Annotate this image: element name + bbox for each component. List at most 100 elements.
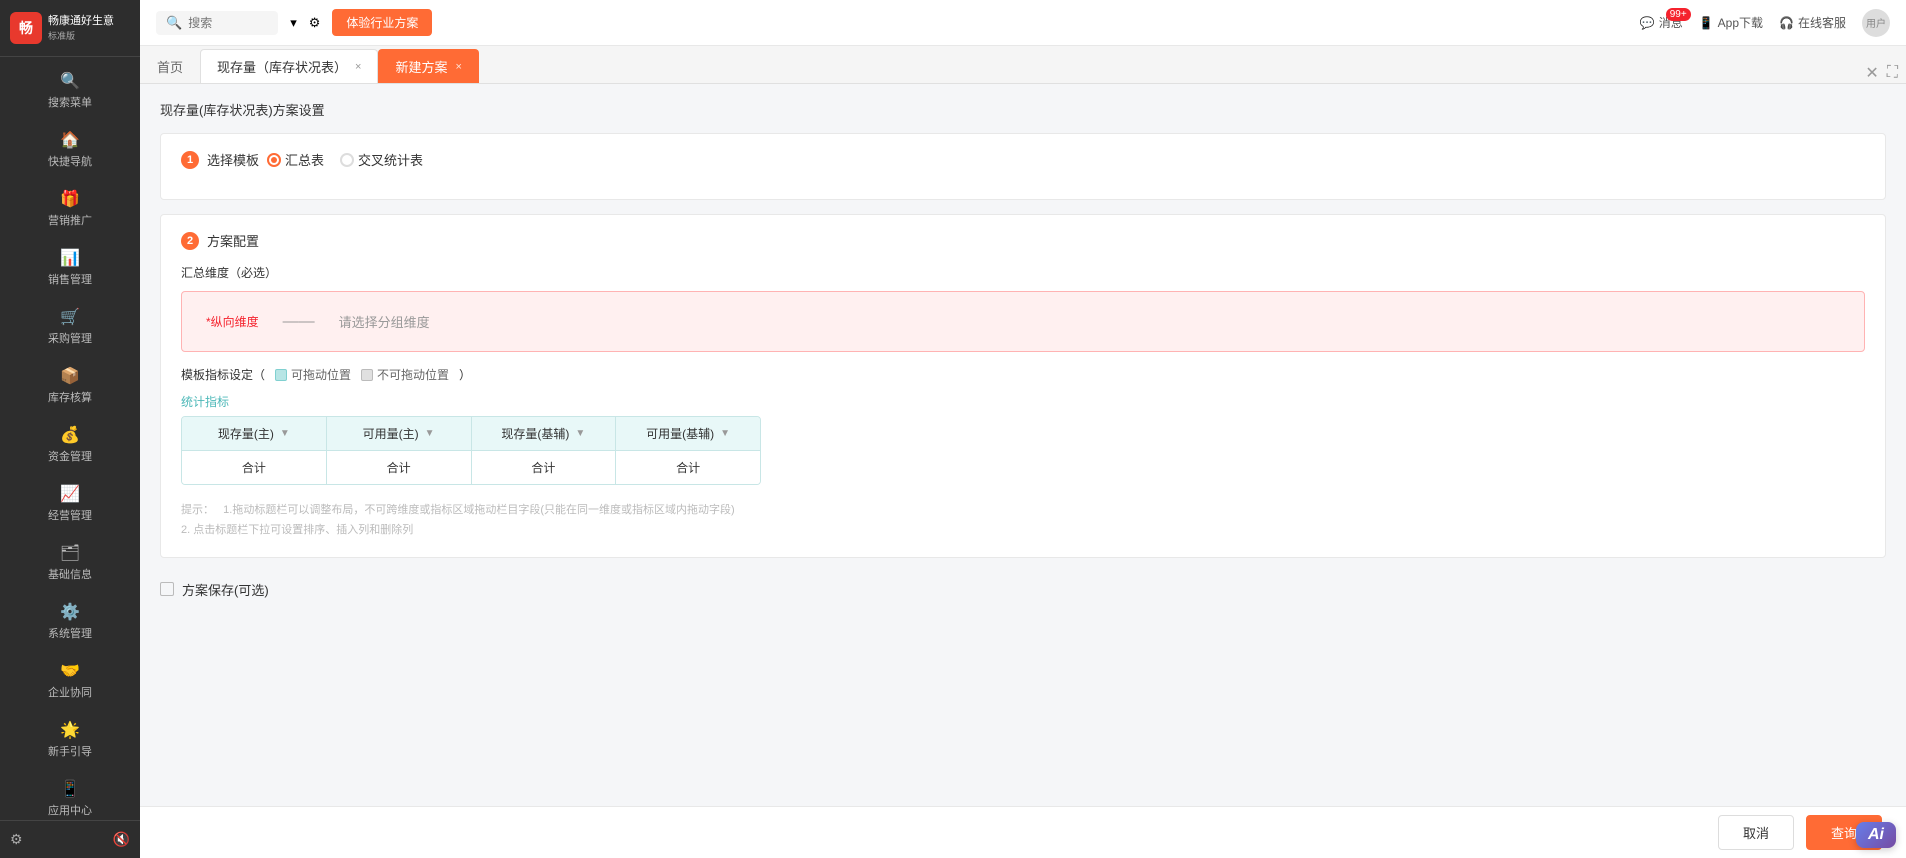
section2-number: 2 <box>181 232 199 250</box>
sidebar-item-shortcut-nav[interactable]: 🏠 快捷导航 <box>0 120 140 179</box>
nav-icon-finance: 💰 <box>60 425 80 445</box>
nav-icon-system: ⚙️ <box>60 602 80 622</box>
section1-header: 1 选择模板 汇总表 交叉统计表 <box>181 150 1865 169</box>
search-icon: 🔍 <box>166 15 182 31</box>
sidebar-bottom: ⚙ 🔇 <box>0 820 140 858</box>
stats-header-col4[interactable]: 可用量(基辅)▼ <box>616 417 760 450</box>
stats-header-col3[interactable]: 现存量(基辅)▼ <box>472 417 617 450</box>
tab-home-label: 首页 <box>157 57 183 76</box>
tab-inventory-status-close[interactable]: × <box>355 61 361 73</box>
radio-summary-label: 汇总表 <box>285 150 324 169</box>
nav-label-shortcut-nav: 快捷导航 <box>48 153 92 169</box>
settings-icon[interactable]: ⚙ <box>10 831 23 848</box>
radio-summary-circle <box>267 153 281 167</box>
user-avatar[interactable]: 用户 <box>1862 9 1890 37</box>
search-input[interactable] <box>188 16 268 30</box>
nav-label-operations: 经营管理 <box>48 507 92 523</box>
sidebar-item-operations[interactable]: 📈经营管理 <box>0 474 140 533</box>
sidebar-item-system[interactable]: ⚙️系统管理 <box>0 592 140 651</box>
col-dropdown-col1[interactable]: ▼ <box>280 428 290 439</box>
nav-icon-newbie: 🌟 <box>60 720 80 740</box>
footer: 取消 查询 <box>140 806 1906 858</box>
dim-arrow: —— <box>283 313 315 331</box>
nav-label-basic: 基础信息 <box>48 566 92 582</box>
messages-button[interactable]: 💬 消息 99+ <box>1640 14 1683 31</box>
sidebar-item-search-menu[interactable]: 🔍搜索菜单 <box>0 61 140 120</box>
online-service-button[interactable]: 🎧 在线客服 <box>1779 14 1846 31</box>
stats-table: 现存量(主)▼可用量(主)▼现存量(基辅)▼可用量(基辅)▼ 合计合计合计合计 <box>181 416 761 485</box>
dim-placeholder: 请选择分组维度 <box>339 312 430 331</box>
sidebar-item-marketing[interactable]: 🎁 营销推广 <box>0 179 140 238</box>
topbar-dropdown-icon[interactable]: ▾ <box>290 15 297 31</box>
topbar: 🔍 ▾ ⚙ 体验行业方案 💬 消息 99+ 📱 App下载 🎧 在线客服 用户 <box>140 0 1906 46</box>
section1-number: 1 <box>181 151 199 169</box>
app-download-button[interactable]: 📱 App下载 <box>1699 14 1763 31</box>
legend-fixed-label: 不可拖动位置 <box>377 366 449 383</box>
logo-icon: 畅 <box>10 12 42 44</box>
tab-new-plan[interactable]: 新建方案 × <box>378 49 478 83</box>
dim-vertical-label: *纵向维度 <box>206 313 259 330</box>
sidebar-item-basic[interactable]: 🗂基础信息 <box>0 533 140 592</box>
tab-expand-icon[interactable]: ⛶ <box>1887 64 1898 82</box>
sidebar-item-newbie[interactable]: 🌟 新手引导 <box>0 710 140 769</box>
radio-summary[interactable]: 汇总表 <box>267 150 324 169</box>
indicator-settings-suffix: ） <box>459 366 471 383</box>
tab-inventory-status[interactable]: 现存量（库存状况表） × <box>200 49 378 83</box>
stats-header-row: 现存量(主)▼可用量(主)▼现存量(基辅)▼可用量(基辅)▼ <box>182 417 760 450</box>
sidebar-item-inventory[interactable]: 📦库存核算 <box>0 356 140 415</box>
tab-close-all-icon[interactable]: ✕ <box>1865 63 1878 83</box>
stats-label: 统计指标 <box>181 393 1865 410</box>
tab-home[interactable]: 首页 <box>140 49 200 83</box>
sidebar-item-purchase[interactable]: 🛒采购管理 <box>0 297 140 356</box>
tab-new-plan-close[interactable]: × <box>455 61 461 73</box>
sound-icon[interactable]: 🔇 <box>113 831 130 848</box>
col-dropdown-col4[interactable]: ▼ <box>720 428 730 439</box>
col-dropdown-col2[interactable]: ▼ <box>425 428 435 439</box>
app-name: 畅康通好生意 <box>48 14 114 28</box>
nav-label-purchase: 采购管理 <box>48 330 92 346</box>
nav-icon-inventory: 📦 <box>60 366 80 386</box>
main-area: 🔍 ▾ ⚙ 体验行业方案 💬 消息 99+ 📱 App下载 🎧 在线客服 用户 <box>140 0 1906 858</box>
tab-new-plan-label: 新建方案 <box>395 57 447 76</box>
tabbar: 首页 现存量（库存状况表） × 新建方案 × ✕ ⛶ <box>140 46 1906 84</box>
nav-label-newbie: 新手引导 <box>48 743 92 759</box>
nav-icon-shortcut-nav: 🏠 <box>60 130 80 150</box>
stats-header-col1[interactable]: 现存量(主)▼ <box>182 417 327 450</box>
app-badge: 标准版 <box>48 29 114 42</box>
sidebar-item-sales[interactable]: 📊销售管理 <box>0 238 140 297</box>
sidebar-item-finance[interactable]: 💰 资金管理 <box>0 415 140 474</box>
sidebar-item-app-center[interactable]: 📱应用中心 <box>0 769 140 820</box>
nav-icon-search-menu: 🔍 <box>60 71 80 91</box>
nav-icon-marketing: 🎁 <box>60 189 80 209</box>
nav-icon-sales: 📊 <box>60 248 80 268</box>
sidebar-item-enterprise[interactable]: 🤝企业协同 <box>0 651 140 710</box>
section1-title: 选择模板 <box>207 150 259 169</box>
content-area: 现存量(库存状况表)方案设置 1 选择模板 汇总表 交叉统计表 <box>140 84 1906 806</box>
online-service-icon: 🎧 <box>1779 16 1794 30</box>
indicator-settings-prefix: 模板指标设定（ <box>181 366 265 383</box>
tips: 提示： 1.拖动标题栏可以调整布局，不可跨维度或指标区域拖动栏目字段(只能在同一… <box>181 501 1865 541</box>
nav-label-enterprise: 企业协同 <box>48 684 92 700</box>
stats-header-col2[interactable]: 可用量(主)▼ <box>327 417 472 450</box>
dim-label: 汇总维度（必选） <box>181 264 1865 281</box>
tips-item2: 2. 点击标题栏下拉可设置排序、插入列和删除列 <box>181 521 1865 541</box>
topbar-settings-icon[interactable]: ⚙ <box>309 15 321 31</box>
cancel-button[interactable]: 取消 <box>1718 815 1794 850</box>
dim-area: *纵向维度 —— 请选择分组维度 <box>181 291 1865 352</box>
messages-badge: 99+ <box>1666 8 1691 21</box>
nav-label-finance: 资金管理 <box>48 448 92 464</box>
industry-plan-button[interactable]: 体验行业方案 <box>332 9 432 36</box>
radio-cross[interactable]: 交叉统计表 <box>340 150 423 169</box>
save-checkbox[interactable] <box>160 582 174 596</box>
col-dropdown-col3[interactable]: ▼ <box>575 428 585 439</box>
save-option-label: 方案保存(可选) <box>182 580 269 599</box>
stats-data-col1: 合计 <box>182 450 327 484</box>
radio-cross-circle <box>340 153 354 167</box>
stats-data-row: 合计合计合计合计 <box>182 450 760 484</box>
sidebar-nav: 🔍搜索菜单 🏠 快捷导航 🎁 营销推广 📊销售管理🛒采购管理📦库存核算 💰 资金管理 📈经营管理… <box>0 57 140 820</box>
legend-draggable-label: 可拖动位置 <box>291 366 351 383</box>
tab-inventory-status-label: 现存量（库存状况表） <box>217 57 347 76</box>
indicator-label: 模板指标设定（ 可拖动位置 不可拖动位置 ） <box>181 366 1865 383</box>
nav-label-marketing: 营销推广 <box>48 212 92 228</box>
search-box[interactable]: 🔍 <box>156 11 278 35</box>
